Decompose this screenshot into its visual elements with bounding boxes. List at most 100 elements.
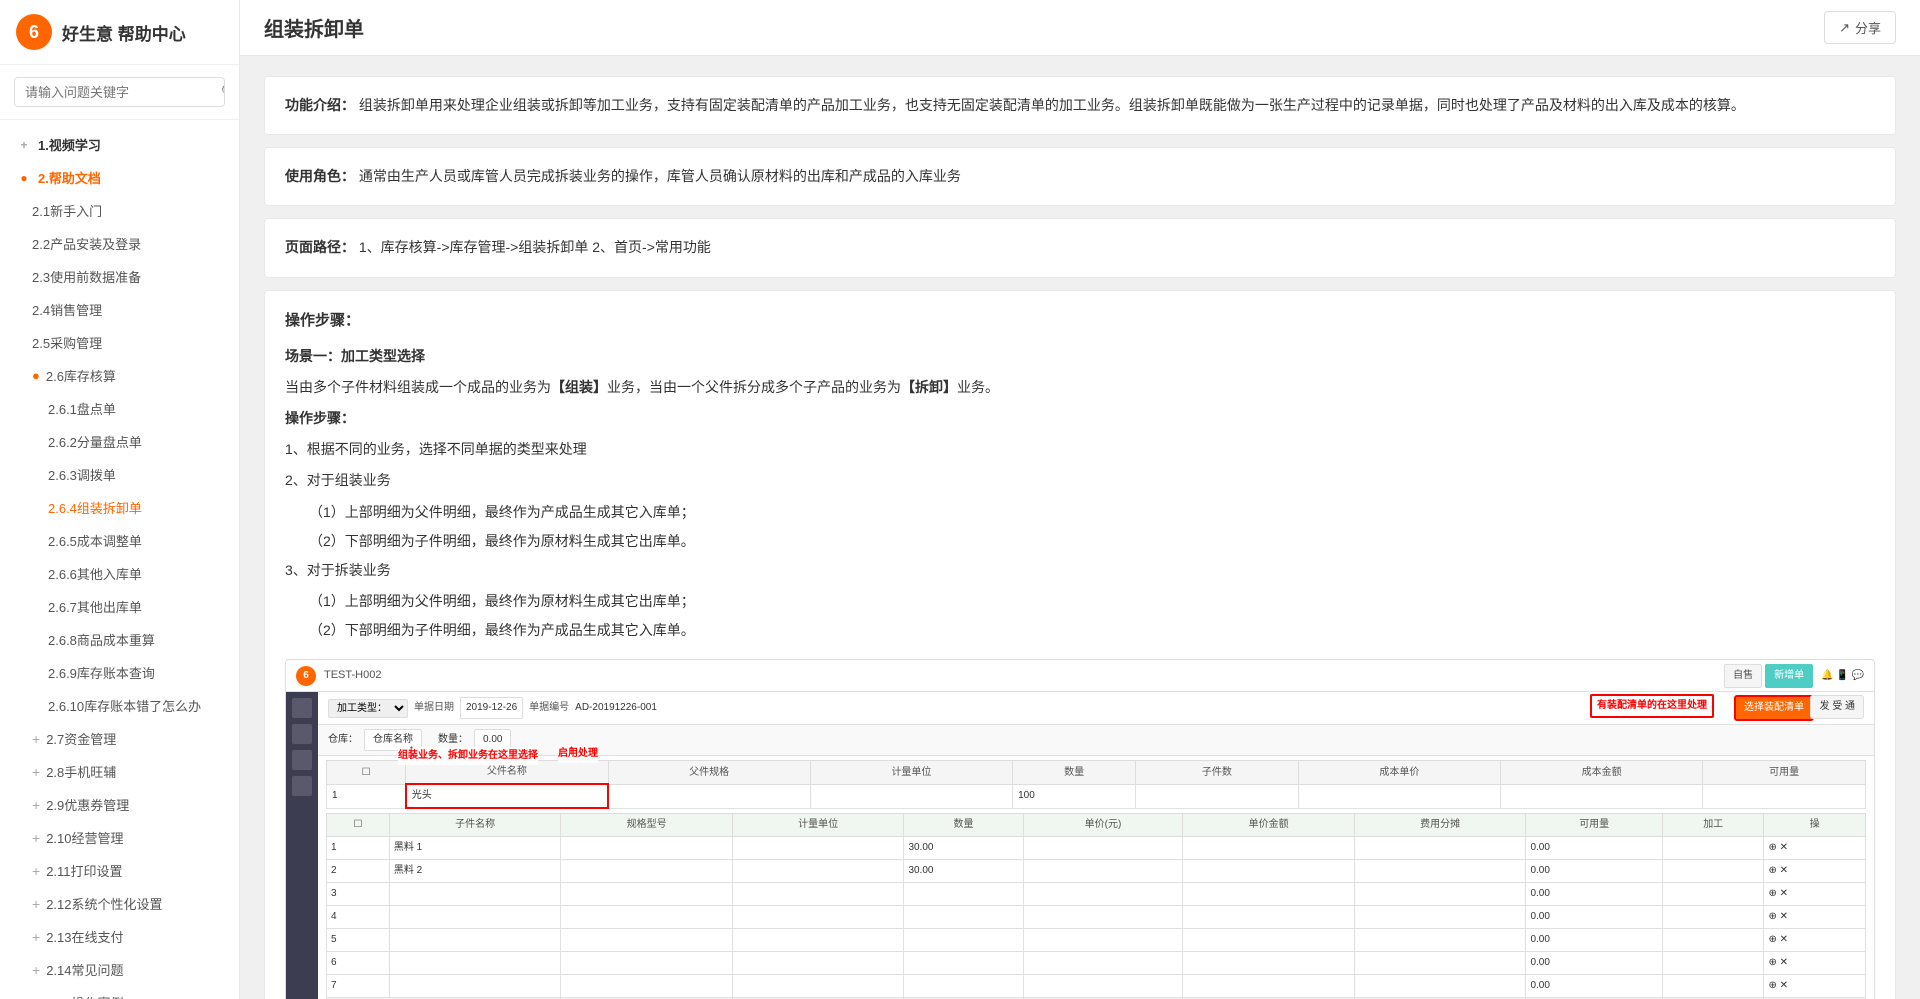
main-content: 组装拆卸单 ↗ 分享 功能介绍： 组装拆卸单用来处理企业组装或拆卸等加工业务，支… bbox=[240, 0, 1920, 999]
sidebar-item-cases[interactable]: + 2.15操作案例 bbox=[0, 986, 239, 999]
sidebar-item-coupon[interactable]: + 2.9优惠券管理 bbox=[0, 788, 239, 821]
sidebar-item-stocktake[interactable]: 2.6.1盘点单 bbox=[0, 392, 239, 425]
th-unit-price: 单价(元) bbox=[1023, 814, 1183, 837]
search-input[interactable] bbox=[15, 79, 211, 106]
child-row-6: 6 0.00 bbox=[327, 952, 1866, 975]
processing-type-select[interactable]: 加工类型： bbox=[328, 699, 408, 718]
date-label: 单据日期 bbox=[414, 699, 454, 717]
sidebar-item-label: 2.6.5成本调整单 bbox=[48, 531, 142, 550]
expand-icon: + bbox=[32, 731, 40, 747]
sidebar-item-label: 2.6.8商品成本重算 bbox=[48, 630, 155, 649]
logo-text: 好生意 帮助中心 bbox=[62, 20, 186, 45]
step3-sub1: （1）上部明细为父件明细，最终作为原材料生成其它出库单； bbox=[285, 589, 1875, 614]
sidebar-item-data-prep[interactable]: 2.3使用前数据准备 bbox=[0, 260, 239, 293]
sidebar-item-label: 2.3使用前数据准备 bbox=[32, 267, 141, 286]
sidebar-item-label: 2.1新手入门 bbox=[32, 201, 102, 220]
sidebar-item-online-pay[interactable]: + 2.13在线支付 bbox=[0, 920, 239, 953]
parent-table-row: 1 光头 100 bbox=[327, 784, 1866, 808]
th-unit: 计量单位 bbox=[732, 814, 904, 837]
sidebar-icon-3 bbox=[292, 750, 312, 770]
annotation-process-type: 组装业务、拆卸业务在这里选择 bbox=[398, 747, 538, 765]
steps-heading: 操作步骤： bbox=[285, 406, 1875, 431]
th-qty: 数量 bbox=[1013, 761, 1136, 785]
path-section: 页面路径： 1、库存核算->库存管理->组装拆卸单 2、首页->常用功能 bbox=[264, 218, 1896, 277]
content-area: 功能介绍： 组装拆卸单用来处理企业组装或拆卸等加工业务，支持有固定装配清单的产品… bbox=[240, 56, 1920, 999]
sidebar-item-new-user[interactable]: 2.1新手入门 bbox=[0, 194, 239, 227]
parent-row-costprice bbox=[1298, 784, 1500, 808]
desc-assembly: 【组装】 bbox=[551, 379, 607, 395]
sidebar-item-label: 2.6.3调拨单 bbox=[48, 465, 116, 484]
sidebar-item-cost-adj[interactable]: 2.6.5成本调整单 bbox=[0, 524, 239, 557]
desc-part1: 当由多个子件材料组装成一个成品的业务为 bbox=[285, 379, 551, 395]
desc-part2: 业务，当由一个父件拆分成多个子产品的业务为 bbox=[607, 379, 901, 395]
sidebar-item-faq[interactable]: + 2.14常见问题 bbox=[0, 953, 239, 986]
sidebar-item-other-out[interactable]: 2.6.7其他出库单 bbox=[0, 590, 239, 623]
code-value: AD-20191226-001 bbox=[575, 699, 657, 717]
collapse-icon: ● bbox=[16, 170, 32, 186]
app-second-bar: 仓库： 仓库名称 数量： 0.00 组装业务、拆卸业务在这里选择 启用处理 ↑ … bbox=[318, 725, 1874, 756]
sidebar-item-other-in[interactable]: 2.6.6其他入库单 bbox=[0, 557, 239, 590]
sidebar-item-inventory[interactable]: ● 2.6库存核算 bbox=[0, 359, 239, 392]
parent-row-spec bbox=[608, 784, 810, 808]
sidebar-item-label: 2.6.1盘点单 bbox=[48, 399, 116, 418]
sidebar-item-help[interactable]: ● 2.帮助文档 bbox=[0, 161, 239, 194]
sidebar-item-transfer[interactable]: 2.6.3调拨单 bbox=[0, 458, 239, 491]
expand-icon: + bbox=[32, 863, 40, 879]
sidebar-item-assembly[interactable]: 2.6.4组装拆卸单 bbox=[0, 491, 239, 524]
page-title: 组装拆卸单 bbox=[264, 13, 364, 42]
child-row-5: 5 0.00 bbox=[327, 929, 1866, 952]
th-child-name: 子件名称 bbox=[389, 814, 561, 837]
sidebar-item-purchase[interactable]: 2.5采购管理 bbox=[0, 326, 239, 359]
expand-icon: + bbox=[32, 995, 40, 999]
share-label: 分享 bbox=[1855, 18, 1881, 37]
sidebar-icon-1 bbox=[292, 698, 312, 718]
search-box[interactable]: 🔍 bbox=[14, 77, 225, 107]
expand-icon: + bbox=[32, 830, 40, 846]
app-form-area: 加工类型： 单据日期 2019-12-26 单据编号 AD-20191226-0… bbox=[318, 692, 1874, 999]
sidebar-item-cost-recalc[interactable]: 2.6.8商品成本重算 bbox=[0, 623, 239, 656]
sidebar-item-management[interactable]: + 2.10经营管理 bbox=[0, 821, 239, 854]
expand-icon: + bbox=[32, 962, 40, 978]
sidebar-item-stock-query[interactable]: 2.6.9库存账本查询 bbox=[0, 656, 239, 689]
sidebar-icon-4 bbox=[292, 776, 312, 796]
th-parent-spec: 父件规格 bbox=[608, 761, 810, 785]
search-button[interactable]: 🔍 bbox=[211, 78, 225, 106]
confirm-button[interactable]: 发 受 通 bbox=[1810, 695, 1864, 719]
sidebar-item-label: 2.12系统个性化设置 bbox=[46, 894, 162, 913]
sidebar-item-label: 2.6.7其他出库单 bbox=[48, 597, 142, 616]
sidebar-item-partial-stocktake[interactable]: 2.6.2分量盘点单 bbox=[0, 425, 239, 458]
sidebar-item-label: 2.5采购管理 bbox=[32, 333, 102, 352]
sidebar-item-install[interactable]: 2.2产品安装及登录 bbox=[0, 227, 239, 260]
sidebar-item-sales[interactable]: 2.4销售管理 bbox=[0, 293, 239, 326]
expand-icon: + bbox=[32, 896, 40, 912]
bom-button[interactable]: 选择装配清单 bbox=[1734, 695, 1814, 721]
app-body: 加工类型： 单据日期 2019-12-26 单据编号 AD-20191226-0… bbox=[286, 692, 1874, 999]
parent-row-avail bbox=[1703, 784, 1866, 808]
sidebar-item-video[interactable]: + 1.视频学习 bbox=[0, 128, 239, 161]
step1: 1、根据不同的业务，选择不同单据的类型来处理 bbox=[285, 437, 1875, 462]
screenshot-container: 6 TEST-H002 自售 新增单 🔔 📱 💬 bbox=[285, 659, 1875, 999]
sidebar-item-label: 2.6.4组装拆卸单 bbox=[48, 498, 142, 517]
feature-intro-label: 功能介绍： bbox=[285, 97, 355, 113]
sidebar-item-mobile[interactable]: + 2.8手机旺辅 bbox=[0, 755, 239, 788]
parent-row-check: 1 bbox=[327, 784, 406, 808]
app-logo-small: 6 bbox=[296, 666, 316, 686]
nav-tree: + 1.视频学习 ● 2.帮助文档 2.1新手入门 2.2产品安装及登录 2.3… bbox=[0, 120, 239, 999]
tab-self[interactable]: 自售 bbox=[1724, 664, 1762, 688]
desc-part3: 业务。 bbox=[957, 379, 999, 395]
expand-icon: + bbox=[32, 764, 40, 780]
sidebar-item-label: 2.6.10库存账本错了怎么办 bbox=[48, 696, 201, 715]
scene1-heading: 场景一：加工类型选择 bbox=[285, 344, 1875, 369]
share-icon: ↗ bbox=[1839, 20, 1850, 36]
tab-new[interactable]: 新增单 bbox=[1765, 664, 1813, 688]
top-bar: 组装拆卸单 ↗ 分享 bbox=[240, 0, 1920, 56]
th-ops: 操 bbox=[1764, 814, 1866, 837]
sidebar-item-customization[interactable]: + 2.12系统个性化设置 bbox=[0, 887, 239, 920]
child-row-4: 4 0.00 bbox=[327, 906, 1866, 929]
sidebar-item-print[interactable]: + 2.11打印设置 bbox=[0, 854, 239, 887]
sidebar-item-stock-error[interactable]: 2.6.10库存账本错了怎么办 bbox=[0, 689, 239, 722]
sidebar-item-finance[interactable]: + 2.7资金管理 bbox=[0, 722, 239, 755]
app-form-bar: 加工类型： 单据日期 2019-12-26 单据编号 AD-20191226-0… bbox=[318, 692, 1874, 725]
share-button[interactable]: ↗ 分享 bbox=[1824, 11, 1896, 44]
sidebar: 6 好生意 帮助中心 🔍 + 1.视频学习 ● 2.帮助文档 2.1新手入门 2… bbox=[0, 0, 240, 999]
